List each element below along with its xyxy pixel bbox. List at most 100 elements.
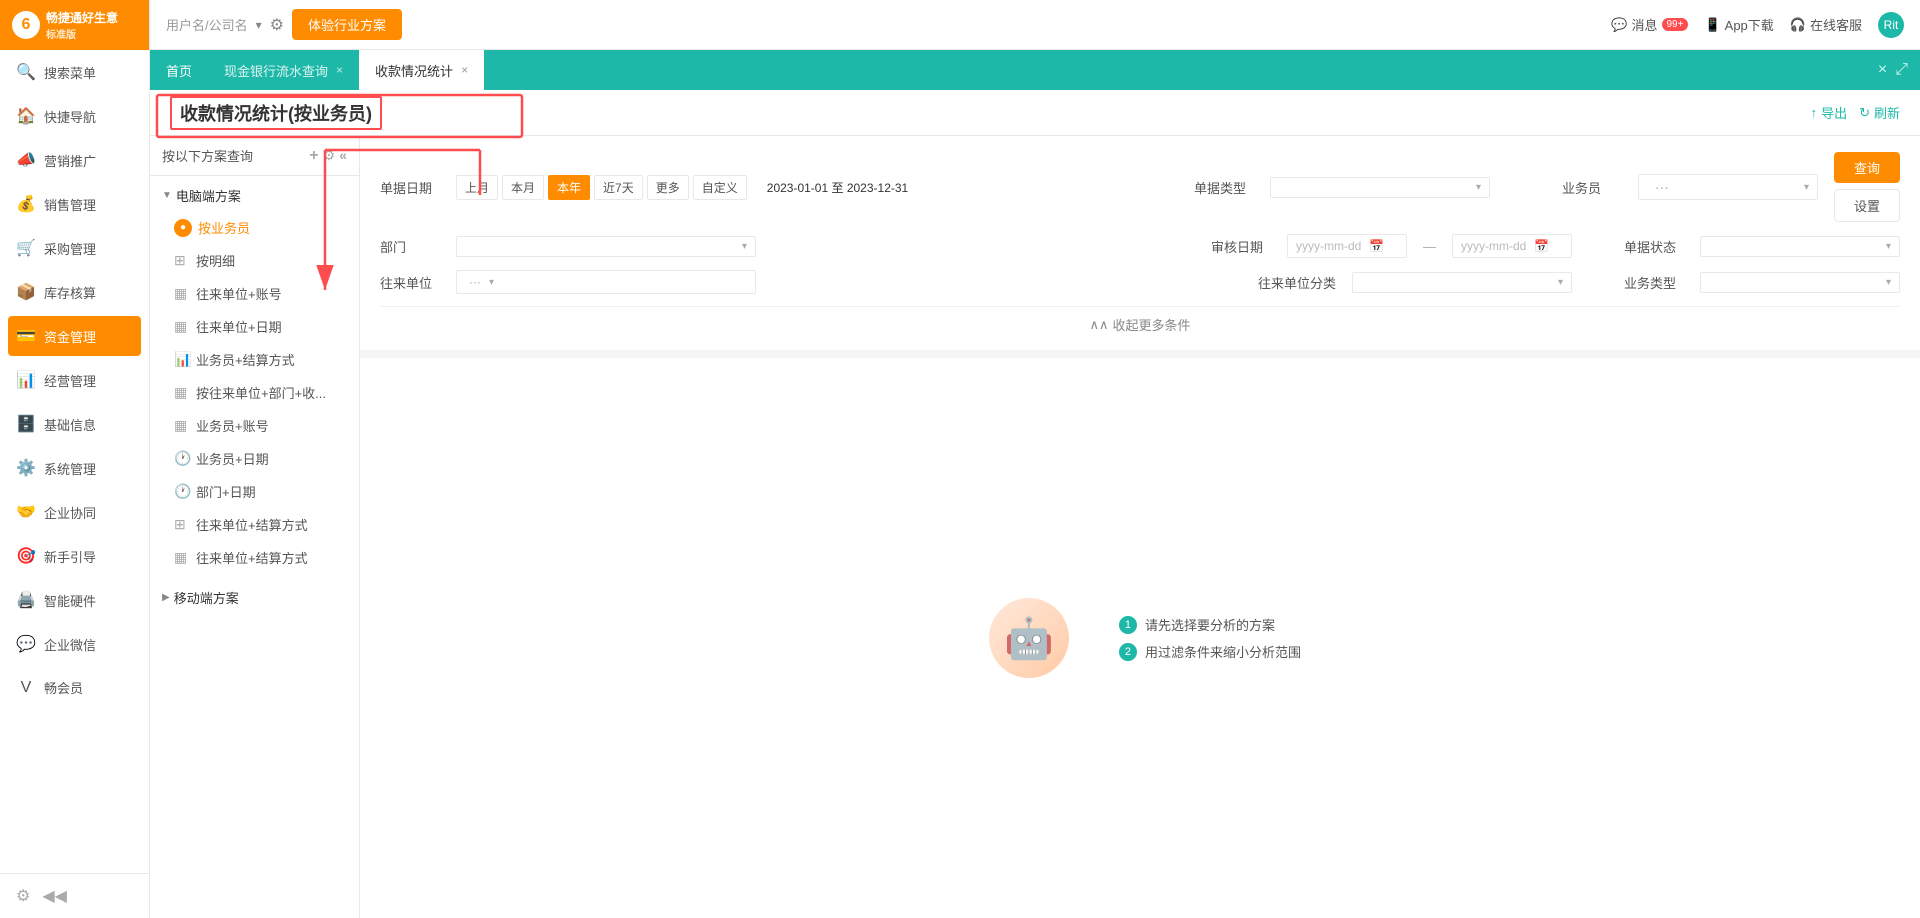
content-area: 按以下方案查询 + ⚙ « ▼ 电脑端方案 ● 按业务员 (150, 136, 1920, 918)
doc-type-arrow-icon: ▾ (1476, 182, 1481, 193)
tab-cashflow-close-icon[interactable]: × (336, 63, 343, 77)
sidebar-item-hardware[interactable]: 🖨️ 智能硬件 (0, 578, 149, 622)
sidebar-item-quicknav[interactable]: 🏠 快捷导航 (0, 94, 149, 138)
refresh-btn[interactable]: ↻ 刷新 (1859, 103, 1900, 122)
sidebar-item-finance-label: 资金管理 (44, 327, 96, 346)
query-button[interactable]: 查询 (1834, 152, 1900, 183)
tab-expand-icon[interactable]: ⤢ (1895, 61, 1908, 79)
calendar-from-icon[interactable]: 📅 (1369, 239, 1384, 253)
scheme-item-by-salesperson[interactable]: ● 按业务员 (150, 211, 359, 244)
collapse-filter-btn[interactable]: ∧∧ 收起更多条件 (380, 306, 1900, 342)
scheme-item-dept-date[interactable]: 🕐 部门+日期 (150, 475, 359, 508)
scheme-item-partner-settlement2[interactable]: ▦ 往来单位+结算方式 (150, 541, 359, 574)
enterprise-icon: 🤝 (16, 502, 36, 522)
sidebar-item-sales[interactable]: 💰 销售管理 (0, 182, 149, 226)
scheme-item-salesperson-account[interactable]: ▦ 业务员+账号 (150, 409, 359, 442)
user-avatar[interactable]: Rit (1878, 12, 1904, 38)
tab-receipts-close-icon[interactable]: × (461, 63, 468, 77)
sidebar-item-base[interactable]: 🗄️ 基础信息 (0, 402, 149, 446)
scheme-group-pc: ▼ 电脑端方案 ● 按业务员 ⊞ 按明细 ▦ 往来单位+账号 ▦ (150, 176, 359, 578)
date-btn-last-month[interactable]: 上月 (456, 175, 498, 200)
app-download-btn[interactable]: 📱 App下载 (1704, 15, 1773, 34)
messages-badge: 99+ (1662, 18, 1689, 31)
date-btn-custom[interactable]: 自定义 (693, 175, 747, 200)
export-btn[interactable]: ↑ 导出 (1811, 103, 1848, 122)
dept-select[interactable]: ▾ (456, 236, 756, 257)
scheme-item-salesperson-settlement[interactable]: 📊 业务员+结算方式 (150, 343, 359, 376)
scheme-item-salesperson-date[interactable]: 🕐 业务员+日期 (150, 442, 359, 475)
footer-settings-icon[interactable]: ⚙ (16, 886, 30, 906)
doc-status-select[interactable]: ▾ (1700, 236, 1900, 257)
logo-icon: 6 (12, 11, 40, 39)
refresh-icon: ↻ (1859, 105, 1870, 121)
sidebar-item-operations-label: 经营管理 (44, 371, 96, 390)
sidebar-item-sales-label: 销售管理 (44, 195, 96, 214)
sidebar-item-operations[interactable]: 📊 经营管理 (0, 358, 149, 402)
review-date-from-input[interactable]: yyyy-mm-dd 📅 (1287, 234, 1407, 258)
export-label: 导出 (1821, 103, 1847, 122)
scheme-item-partner-dept[interactable]: ▦ 按往来单位+部门+收... (150, 376, 359, 409)
add-scheme-icon[interactable]: + (309, 147, 318, 165)
scheme-item-detail-label: 按明细 (196, 251, 235, 270)
date-btn-last-7-days[interactable]: 近7天 (594, 175, 643, 200)
scheme-item-partner-account[interactable]: ▦ 往来单位+账号 (150, 277, 359, 310)
review-from-placeholder: yyyy-mm-dd (1296, 239, 1361, 253)
partner-label: 往来单位 (380, 273, 440, 292)
scheme-settings-icon[interactable]: ⚙ (323, 147, 336, 165)
date-btn-more[interactable]: 更多 (647, 175, 689, 200)
header-gear-icon[interactable]: ⚙ (270, 15, 284, 35)
sidebar-item-member[interactable]: V 畅会员 (0, 666, 149, 709)
scheme-item-partner-date[interactable]: ▦ 往来单位+日期 (150, 310, 359, 343)
sidebar-item-system[interactable]: ⚙️ 系统管理 (0, 446, 149, 490)
tab-receipts[interactable]: 收款情况统计 × (359, 50, 484, 90)
partner-more-icon[interactable]: ··· (469, 275, 481, 289)
scheme-group-mobile-title[interactable]: ▶ 移动端方案 (150, 582, 359, 613)
sidebar-item-guide[interactable]: 🎯 新手引导 (0, 534, 149, 578)
calendar-to-icon[interactable]: 📅 (1534, 239, 1549, 253)
doc-type-label: 单据类型 (1194, 178, 1254, 197)
review-date-to-input[interactable]: yyyy-mm-dd 📅 (1452, 234, 1572, 258)
scheme-group-pc-label: 电脑端方案 (176, 186, 241, 205)
trial-button[interactable]: 体验行业方案 (292, 9, 402, 40)
tab-cashflow[interactable]: 现金银行流水查询 × (208, 50, 359, 90)
sidebar-item-base-label: 基础信息 (44, 415, 96, 434)
messages-btn[interactable]: 💬 消息 99+ (1611, 15, 1688, 34)
partner-date-icon: ▦ (174, 318, 190, 335)
sidebar-item-enterprise[interactable]: 🤝 企业协同 (0, 490, 149, 534)
date-btn-this-month[interactable]: 本月 (502, 175, 544, 200)
scheme-group-pc-title[interactable]: ▼ 电脑端方案 (150, 180, 359, 211)
sidebar-item-marketing[interactable]: 📣 营销推广 (0, 138, 149, 182)
scheme-item-salesperson-account-label: 业务员+账号 (196, 416, 269, 435)
left-panel-label: 按以下方案查询 (162, 146, 253, 165)
sidebar-item-wechat[interactable]: 💬 企业微信 (0, 622, 149, 666)
sidebar-item-search[interactable]: 🔍 搜索菜单 (0, 50, 149, 94)
date-btn-this-year[interactable]: 本年 (548, 175, 590, 200)
scheme-item-partner-settlement1[interactable]: ⊞ 往来单位+结算方式 (150, 508, 359, 541)
tab-home[interactable]: 首页 (150, 50, 208, 90)
settings-button[interactable]: 设置 (1834, 189, 1900, 222)
empty-step-2: 2 用过滤条件来缩小分析范围 (1119, 642, 1301, 661)
partner-select[interactable]: ··· ▾ (456, 270, 756, 294)
sidebar-item-purchase[interactable]: 🛒 采购管理 (0, 226, 149, 270)
biz-type-select[interactable]: ▾ (1700, 272, 1900, 293)
scheme-item-by-detail[interactable]: ⊞ 按明细 (150, 244, 359, 277)
footer-collapse-icon[interactable]: ◀◀ (42, 886, 67, 906)
scheme-item-partner-dept-label: 按往来单位+部门+收... (196, 383, 326, 402)
online-service-label: 在线客服 (1810, 15, 1862, 34)
tab-close-all-icon[interactable]: × (1878, 61, 1887, 79)
sidebar-item-inventory[interactable]: 📦 库存核算 (0, 270, 149, 314)
biz-type-arrow-icon: ▾ (1886, 277, 1891, 288)
sidebar-item-finance[interactable]: 💳 资金管理 (8, 316, 141, 356)
scheme-item-salesperson-label: 按业务员 (198, 218, 250, 237)
partner-category-select[interactable]: ▾ (1352, 272, 1572, 293)
online-service-btn[interactable]: 🎧 在线客服 (1790, 15, 1862, 34)
sidebar-item-member-label: 畅会员 (44, 678, 83, 697)
collapse-panel-icon[interactable]: « (339, 147, 347, 165)
left-panel-icons: + ⚙ « (309, 147, 347, 165)
salesperson-select[interactable]: ··· ▾ (1638, 174, 1818, 200)
salesperson-more-icon[interactable]: ··· (1655, 179, 1669, 195)
doc-type-select[interactable]: ▾ (1270, 177, 1490, 198)
date-separator: — (1423, 239, 1436, 254)
breadcrumb-chevron-icon[interactable]: ▾ (256, 18, 262, 32)
review-date-label: 审核日期 (1211, 237, 1271, 256)
